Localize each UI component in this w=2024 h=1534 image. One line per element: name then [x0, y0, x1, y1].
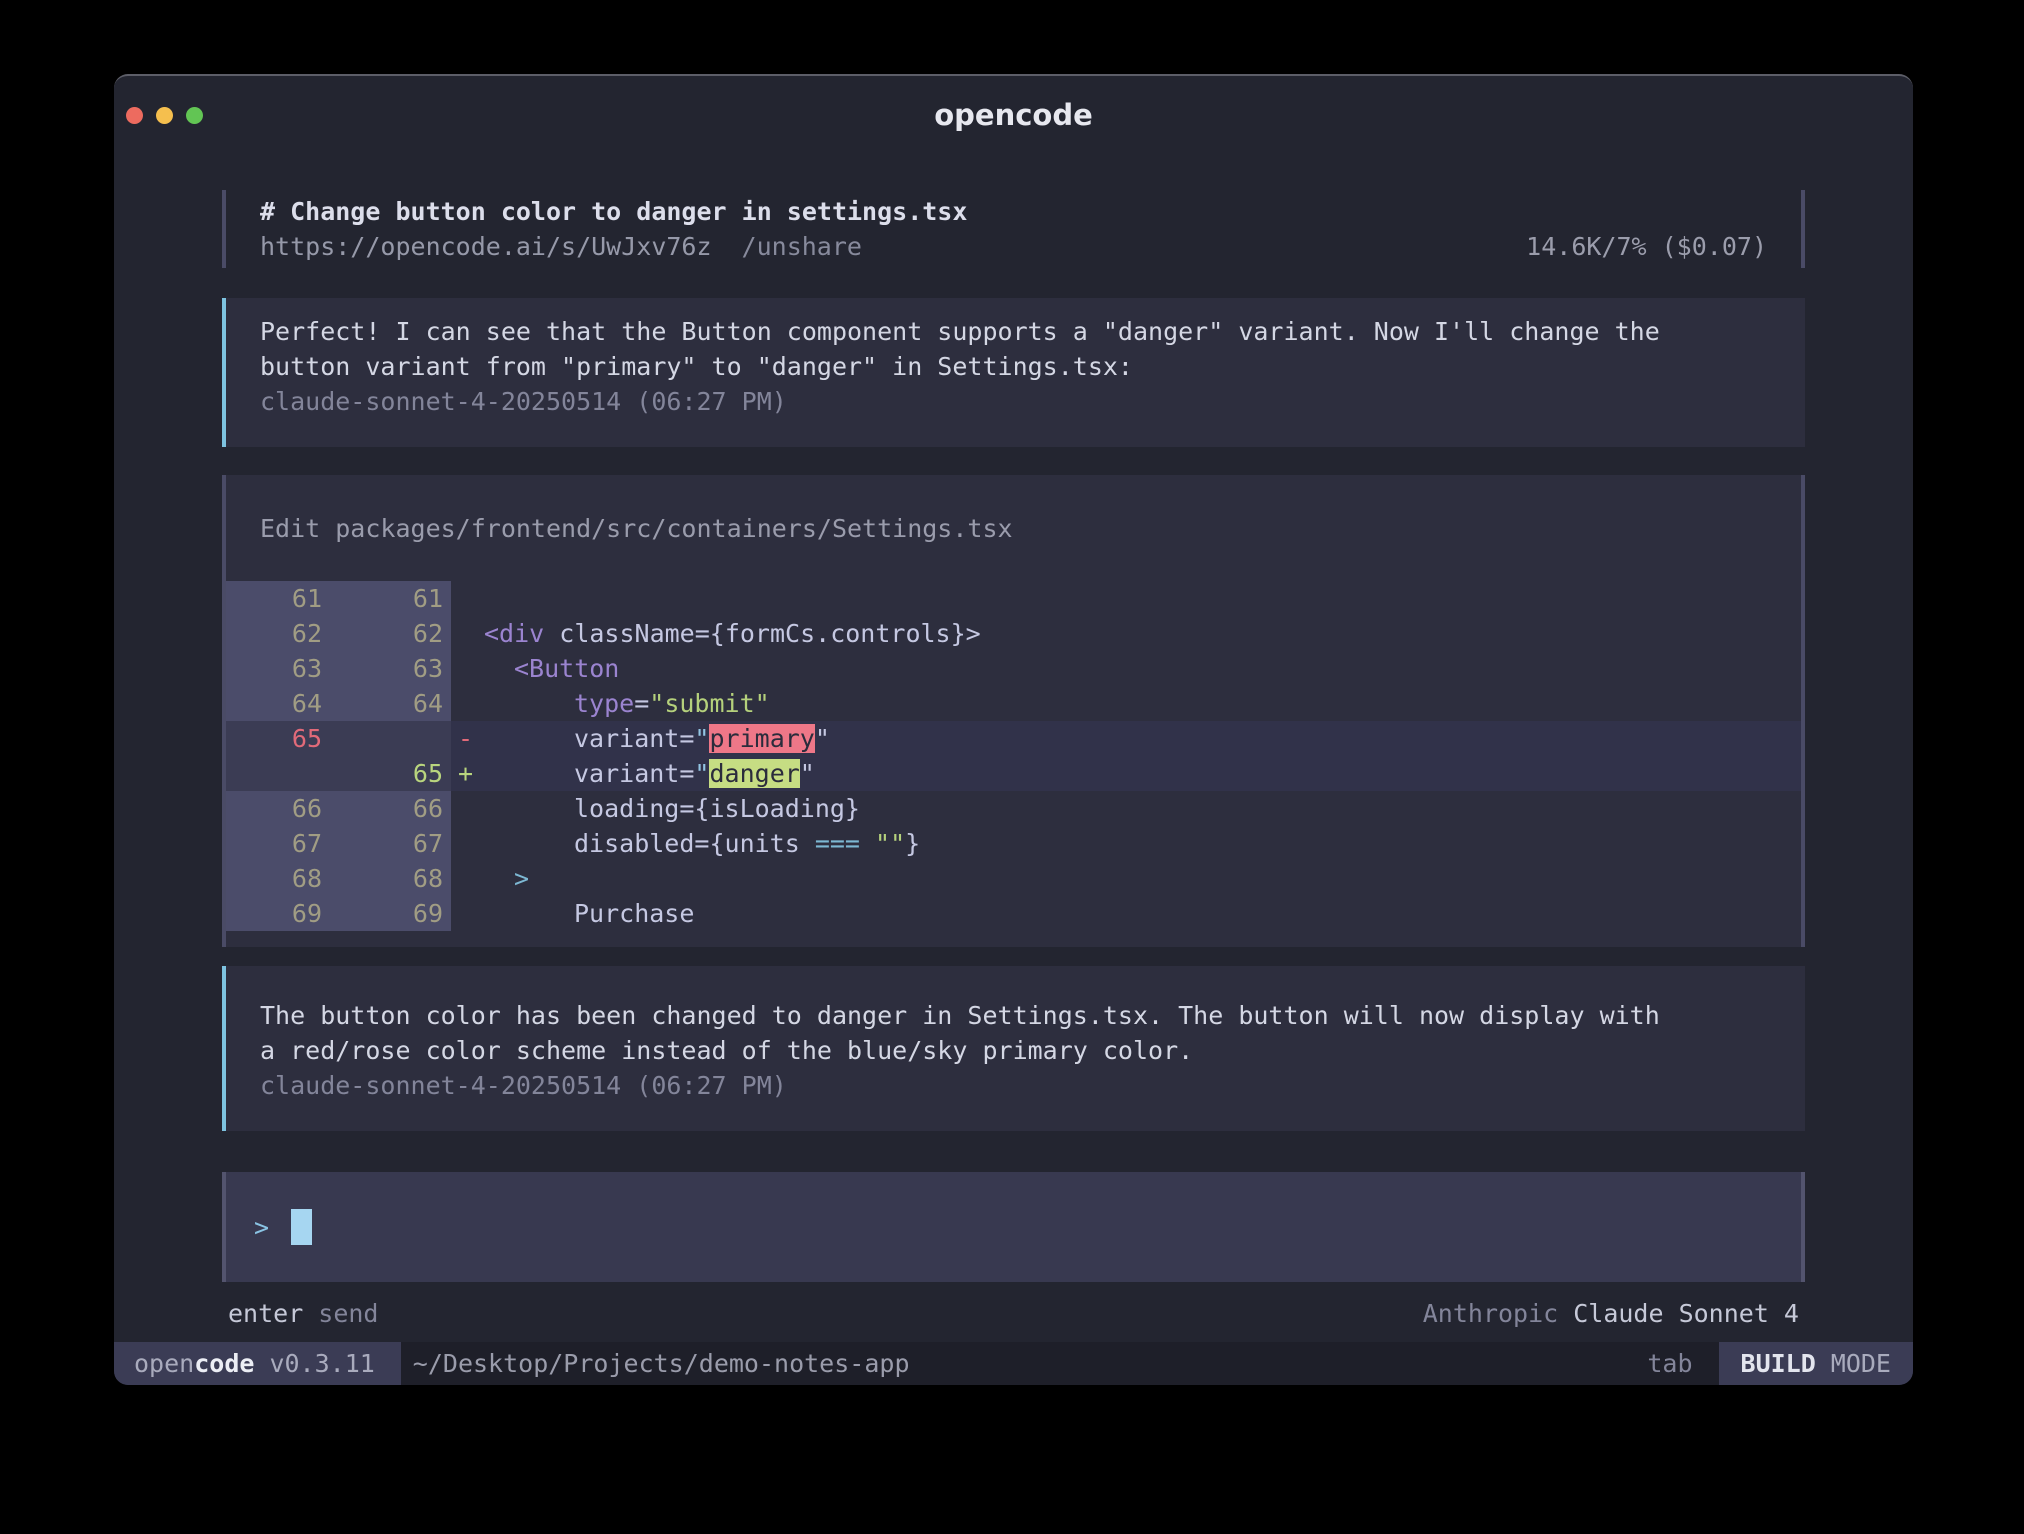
mode-name: BUILD	[1741, 1349, 1816, 1378]
footer-hints: enter send Anthropic Claude Sonnet 4	[222, 1296, 1805, 1331]
code-line: <div className={formCs.controls}>	[484, 616, 1801, 651]
main-content: # Change button color to danger in setti…	[114, 190, 1913, 1331]
code-line: type="submit"	[484, 686, 1801, 721]
message-line: button variant from "primary" to "danger…	[260, 349, 1777, 384]
message-line: a red/rose color scheme instead of the b…	[260, 1033, 1777, 1068]
diff-row: 6464 type="submit"	[226, 686, 1801, 721]
model-indicator: Anthropic Claude Sonnet 4	[1423, 1296, 1799, 1331]
code-line: variant="primary"	[484, 721, 1801, 756]
unshare-command[interactable]: /unshare	[742, 229, 862, 264]
prompt-input[interactable]: >	[222, 1172, 1805, 1282]
app-version: v0.3.11	[269, 1349, 374, 1378]
session-meta: https://opencode.ai/s/UwJxv76z /unshare …	[260, 229, 1767, 264]
prompt-chevron-icon: >	[254, 1213, 269, 1242]
diff-marker	[451, 896, 484, 931]
model-timestamp-line: claude-sonnet-4-20250514 (06:27 PM)	[260, 1068, 1777, 1103]
diff-row: 6666 loading={isLoading}	[226, 791, 1801, 826]
status-bar: opencode v0.3.11 ~/Desktop/Projects/demo…	[114, 1342, 1913, 1385]
window-title: opencode	[114, 98, 1913, 132]
line-number-old: 63	[226, 651, 330, 686]
code-line: disabled={units === ""}	[484, 826, 1801, 861]
line-number-old: 68	[226, 861, 330, 896]
diff-row: 65 -variant="primary"	[226, 721, 1801, 756]
diff-row: 6767 disabled={units === ""}	[226, 826, 1801, 861]
code-line: <Button	[484, 651, 1801, 686]
diff-marker	[451, 861, 484, 896]
message-line: Perfect! I can see that the Button compo…	[260, 314, 1777, 349]
working-directory: ~/Desktop/Projects/demo-notes-app	[413, 1342, 910, 1385]
line-number-old: 67	[226, 826, 330, 861]
code-line	[484, 581, 1801, 616]
model-timestamp-line: claude-sonnet-4-20250514 (06:27 PM)	[260, 384, 1777, 419]
diff-marker	[451, 581, 484, 616]
diff-row: 65+variant="danger"	[226, 756, 1801, 791]
text-cursor	[291, 1209, 312, 1245]
line-number-new: 68	[330, 861, 451, 896]
diff-marker	[451, 826, 484, 861]
app-name-prefix: open	[134, 1349, 194, 1378]
diff-row: 6969 Purchase	[226, 896, 1801, 931]
assistant-message: Perfect! I can see that the Button compo…	[222, 298, 1805, 447]
line-number-new: 62	[330, 616, 451, 651]
diff-row: 6262 <div className={formCs.controls}>	[226, 616, 1801, 651]
model-label: Claude Sonnet 4	[1573, 1296, 1799, 1331]
diff-marker	[451, 651, 484, 686]
line-number-old: 69	[226, 896, 330, 931]
code-line: variant="danger"	[484, 756, 1801, 791]
line-number-old: 61	[226, 581, 330, 616]
diff-marker	[451, 616, 484, 651]
line-number-new: 64	[330, 686, 451, 721]
opencode-window: opencode # Change button color to danger…	[114, 74, 1913, 1385]
line-number-new: 63	[330, 651, 451, 686]
line-number-new: 66	[330, 791, 451, 826]
line-number-new	[330, 721, 451, 756]
diff-marker: +	[451, 756, 484, 791]
diff-row: 6161	[226, 581, 1801, 616]
assistant-message: The button color has been changed to dan…	[222, 966, 1805, 1131]
diff-marker: -	[451, 721, 484, 756]
diff-marker	[451, 791, 484, 826]
session-title: # Change button color to danger in setti…	[260, 194, 1767, 229]
line-number-old: 66	[226, 791, 330, 826]
code-line: loading={isLoading}	[484, 791, 1801, 826]
diff-marker	[451, 686, 484, 721]
code-line: Purchase	[484, 896, 1801, 931]
line-number-old: 62	[226, 616, 330, 651]
line-number-new: 65	[330, 756, 451, 791]
line-number-new: 61	[330, 581, 451, 616]
tab-key-hint: tab	[1647, 1342, 1692, 1385]
share-url[interactable]: https://opencode.ai/s/UwJxv76z	[260, 229, 712, 264]
line-number-old	[226, 756, 330, 791]
diff-view: 61616262 <div className={formCs.controls}…	[226, 581, 1801, 931]
session-header: # Change button color to danger in setti…	[222, 190, 1805, 268]
titlebar: opencode	[114, 76, 1913, 190]
line-number-new: 69	[330, 896, 451, 931]
edit-tool-block: Edit packages/frontend/src/containers/Se…	[222, 475, 1805, 947]
send-action-label: send	[318, 1296, 378, 1331]
message-line: The button color has been changed to dan…	[260, 998, 1777, 1033]
enter-key-hint: enter	[228, 1296, 303, 1331]
app-name-suffix: code	[194, 1349, 254, 1378]
code-line: >	[484, 861, 1801, 896]
app-version-chip: opencode v0.3.11	[114, 1342, 401, 1385]
line-number-old: 64	[226, 686, 330, 721]
line-number-old: 65	[226, 721, 330, 756]
diff-row: 6363 <Button	[226, 651, 1801, 686]
mode-suffix: MODE	[1831, 1349, 1891, 1378]
mode-chip[interactable]: BUILD MODE	[1719, 1342, 1913, 1385]
edit-tool-header: Edit packages/frontend/src/containers/Se…	[226, 511, 1801, 546]
diff-row: 6868 >	[226, 861, 1801, 896]
provider-label: Anthropic	[1423, 1296, 1558, 1331]
line-number-new: 67	[330, 826, 451, 861]
context-usage: 14.6K/7% ($0.07)	[1526, 229, 1767, 264]
